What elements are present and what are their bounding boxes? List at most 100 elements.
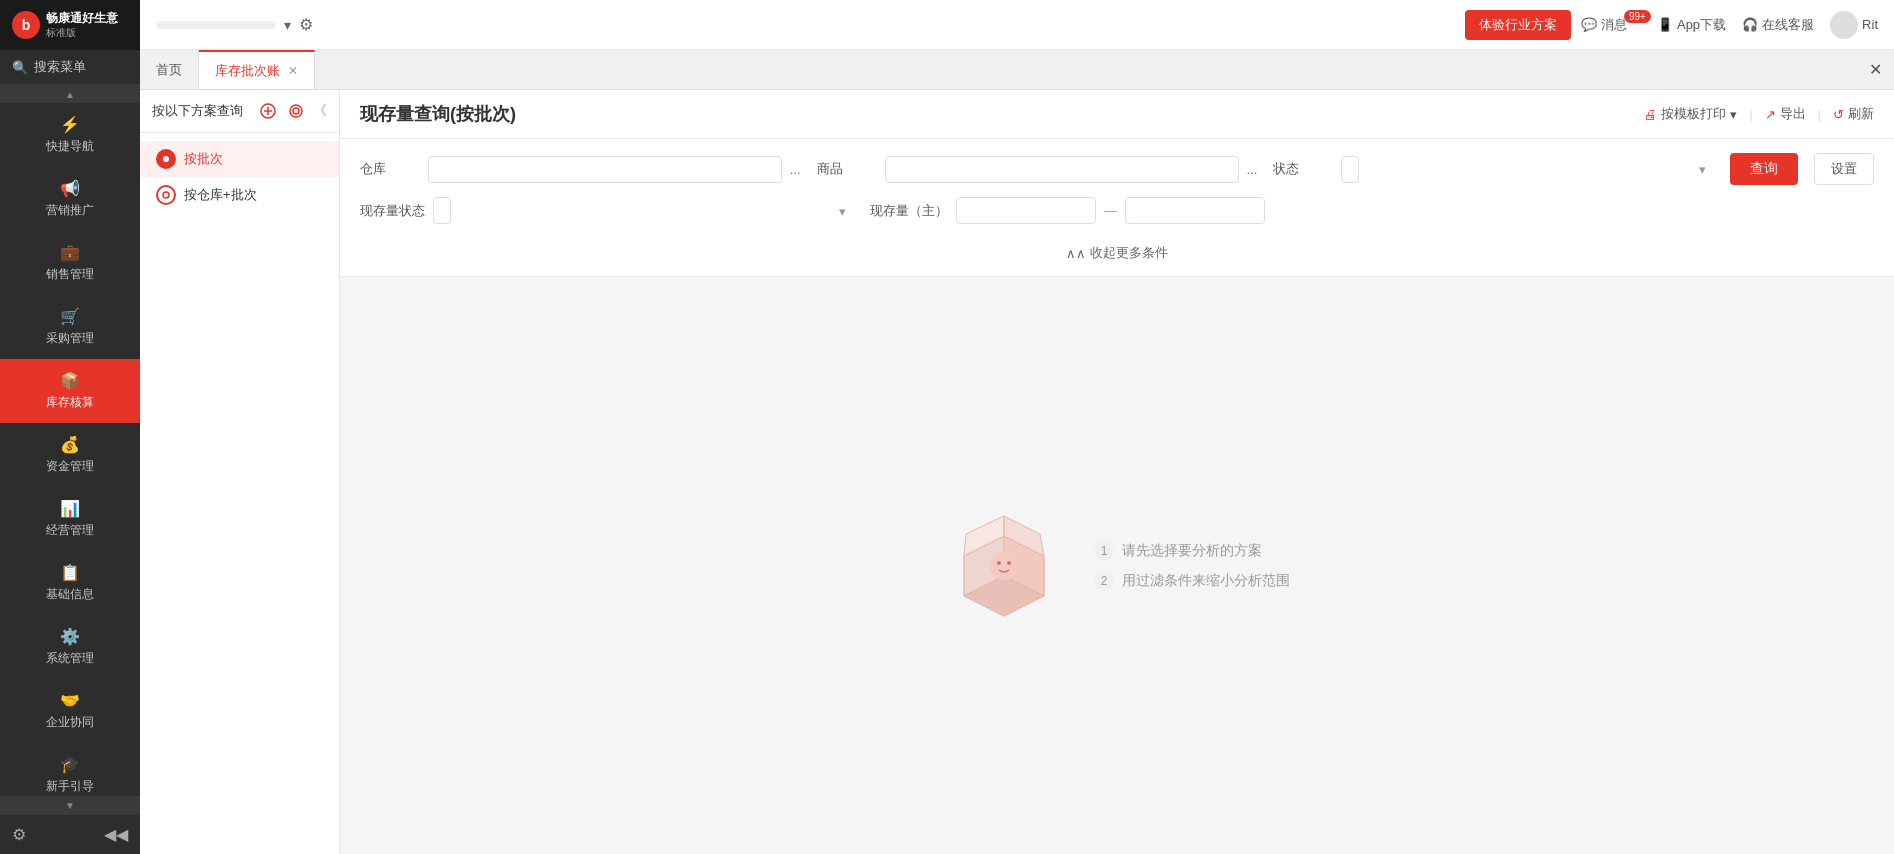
scheme-icon-active: [156, 149, 176, 169]
panel-collapse-btn[interactable]: 《: [313, 102, 327, 120]
user-profile-btn[interactable]: Rit: [1830, 11, 1878, 39]
empty-hints: 1 请先选择要分析的方案 2 用过滤条件来缩小分析范围: [1094, 541, 1290, 591]
topbar-search-area: ▾ ⚙: [156, 15, 1455, 34]
empty-box-svg: [944, 506, 1064, 626]
app-brand: 畅康通好生意: [46, 11, 118, 27]
collapse-more-btn[interactable]: ∧∧ 收起更多条件: [360, 236, 1874, 262]
topbar-dropdown-btn[interactable]: ▾: [284, 17, 291, 33]
tab-inventory-batch[interactable]: 库存批次账 ✕: [199, 50, 315, 89]
online-support-btn[interactable]: 🎧 在线客服: [1742, 16, 1814, 34]
sidebar-item-enterprise[interactable]: 🤝 企业协同: [0, 679, 140, 743]
topbar-right: 💬 消息 99+ 📱 App下载 🎧 在线客服 Rit: [1581, 11, 1878, 39]
messages-btn[interactable]: 💬 消息 99+: [1581, 16, 1641, 34]
sidebar-item-system[interactable]: ⚙️ 系统管理: [0, 615, 140, 679]
scheme-icon-inactive: [156, 185, 176, 205]
export-label: 导出: [1780, 105, 1806, 123]
svg-point-6: [163, 192, 169, 198]
chevron-up-icon: ∧∧: [1066, 246, 1086, 261]
warehouse-input[interactable]: [428, 156, 782, 183]
empty-state: 1 请先选择要分析的方案 2 用过滤条件来缩小分析范围: [340, 277, 1894, 854]
target-icon: [288, 103, 304, 119]
sidebar-item-basic[interactable]: 📋 基础信息: [0, 551, 140, 615]
content-area: 按以下方案查询 《: [140, 90, 1894, 854]
sidebar-nav: ⚡ 快捷导航 📢 营销推广 💼 销售管理 🛒 采购管理 📦 库存核算 💰 资金管…: [0, 103, 140, 796]
sidebar-item-quick-nav[interactable]: ⚡ 快捷导航: [0, 103, 140, 167]
product-input[interactable]: [885, 156, 1239, 183]
stock-status-select-wrapper: [433, 197, 854, 224]
divider-1: |: [1749, 107, 1752, 122]
sidebar: b 畅康通好生意 标准版 🔍 搜索菜单 ▲ ⚡ 快捷导航 📢 营销推广 💼 销售…: [0, 0, 140, 854]
product-more-btn[interactable]: ...: [1247, 162, 1258, 177]
svg-point-13: [990, 552, 1018, 580]
sidebar-item-inventory[interactable]: 📦 库存核算: [0, 359, 140, 423]
filter-settings-btn[interactable]: 设置: [1814, 153, 1874, 185]
scheme-list: 按批次 按仓库+批次: [140, 133, 339, 221]
page-header: 现存量查询(按批次) 🖨 按模板打印 ▾ | ↗ 导出 | ↺: [340, 90, 1894, 139]
stock-amount-to[interactable]: [1125, 197, 1265, 224]
sidebar-item-sales[interactable]: 💼 销售管理: [0, 231, 140, 295]
sidebar-item-guide[interactable]: 🎓 新手引导: [0, 743, 140, 796]
scheme-item-by-warehouse-batch[interactable]: 按仓库+批次: [140, 177, 339, 213]
add-scheme-btn[interactable]: [257, 100, 279, 122]
filter-stock-status: 现存量状态: [360, 197, 854, 224]
sidebar-item-label: 销售管理: [46, 266, 94, 283]
export-btn[interactable]: ↗ 导出: [1765, 105, 1806, 123]
scheme-settings-btn[interactable]: [285, 100, 307, 122]
status-select[interactable]: [1341, 156, 1359, 183]
guide-icon: 🎓: [60, 755, 80, 774]
quick-nav-icon: ⚡: [60, 115, 80, 134]
app-download-btn[interactable]: 📱 App下载: [1657, 16, 1726, 34]
refresh-label: 刷新: [1848, 105, 1874, 123]
sidebar-settings-btn[interactable]: ⚙: [12, 825, 26, 844]
purchase-icon: 🛒: [60, 307, 80, 326]
sidebar-item-business[interactable]: 📊 经营管理: [0, 487, 140, 551]
sidebar-scroll-up[interactable]: ▲: [0, 85, 140, 103]
sidebar-item-label: 资金管理: [46, 458, 94, 475]
divider-2: |: [1818, 107, 1821, 122]
warehouse-more-btn[interactable]: ...: [790, 162, 801, 177]
phone-icon: 📱: [1657, 17, 1673, 32]
system-icon: ⚙️: [60, 627, 80, 646]
collapse-label: 收起更多条件: [1090, 244, 1168, 262]
scheme-item-by-batch[interactable]: 按批次: [140, 141, 339, 177]
page-header-actions: 🖨 按模板打印 ▾ | ↗ 导出 | ↺ 刷新: [1644, 105, 1874, 123]
print-btn[interactable]: 🖨 按模板打印 ▾: [1644, 105, 1737, 123]
tab-home[interactable]: 首页: [140, 50, 199, 89]
sidebar-scroll-down[interactable]: ▼: [0, 796, 140, 814]
enterprise-icon: 🤝: [60, 691, 80, 710]
sidebar-item-finance[interactable]: 💰 资金管理: [0, 423, 140, 487]
empty-illustration: [944, 506, 1064, 626]
print-dropdown-icon[interactable]: ▾: [1730, 107, 1737, 122]
scheme-label-2: 按仓库+批次: [184, 186, 257, 204]
left-panel: 按以下方案查询 《: [140, 90, 340, 854]
topbar-settings-btn[interactable]: ⚙: [299, 15, 313, 34]
sidebar-item-marketing[interactable]: 📢 营销推广: [0, 167, 140, 231]
status-select-wrapper: [1341, 156, 1714, 183]
stock-amount-from[interactable]: [956, 197, 1096, 224]
sidebar-item-label: 基础信息: [46, 586, 94, 603]
filter-row-2: 现存量状态 现存量（主） —: [360, 197, 1874, 224]
stock-status-label: 现存量状态: [360, 202, 425, 220]
sidebar-collapse-btn[interactable]: ◀◀: [104, 825, 128, 844]
trial-btn[interactable]: 体验行业方案: [1465, 10, 1571, 40]
page-title: 现存量查询(按批次): [360, 102, 516, 126]
marketing-icon: 📢: [60, 179, 80, 198]
tab-close-btn[interactable]: ✕: [288, 64, 298, 78]
svg-point-4: [293, 108, 299, 114]
tab-bar-close-btn[interactable]: ✕: [1857, 60, 1894, 79]
avatar: [1830, 11, 1858, 39]
stock-status-select[interactable]: [433, 197, 451, 224]
warehouse-label: 仓库: [360, 160, 420, 178]
headset-icon: 🎧: [1742, 17, 1758, 32]
inventory-icon: 📦: [60, 371, 80, 390]
sidebar-item-purchase[interactable]: 🛒 采购管理: [0, 295, 140, 359]
refresh-icon: ↺: [1833, 107, 1844, 122]
sidebar-logo: b 畅康通好生意 标准版: [0, 0, 140, 50]
print-icon: 🖨: [1644, 107, 1657, 122]
sidebar-search[interactable]: 🔍 搜索菜单: [0, 50, 140, 85]
hint-item-1: 1 请先选择要分析的方案: [1094, 541, 1290, 561]
sidebar-item-label: 库存核算: [46, 394, 94, 411]
refresh-btn[interactable]: ↺ 刷新: [1833, 105, 1874, 123]
add-icon: [260, 103, 276, 119]
query-btn[interactable]: 查询: [1730, 153, 1798, 185]
